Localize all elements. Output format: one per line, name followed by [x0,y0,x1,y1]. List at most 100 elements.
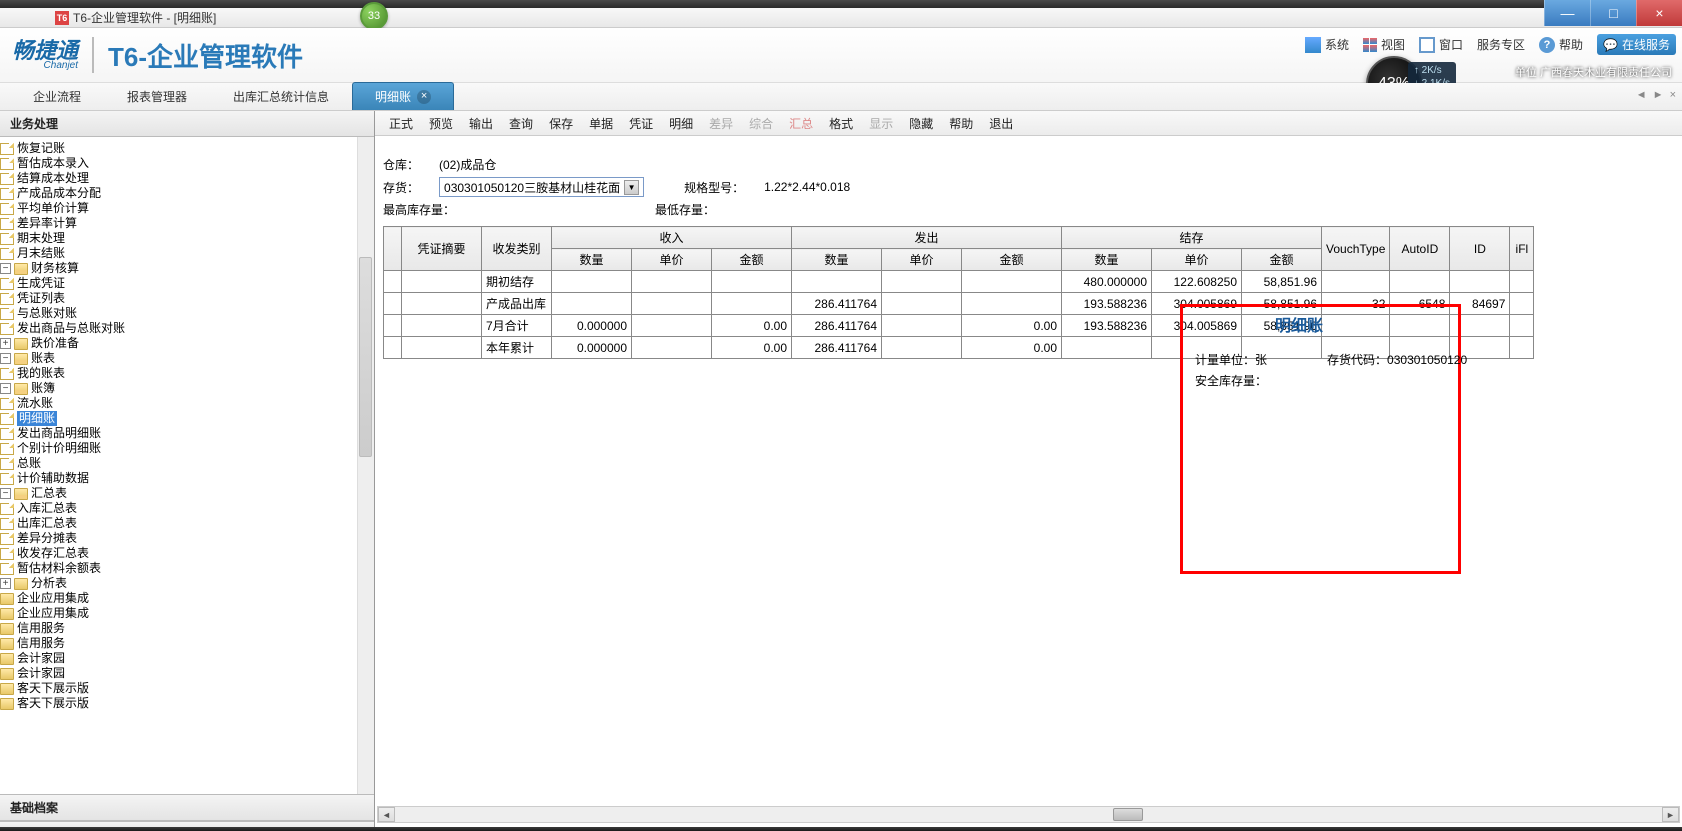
stock-select[interactable]: 030301050120三胺基材山桂花面▼ [439,177,644,197]
tab-close-icon[interactable]: × [417,90,431,104]
expand-icon[interactable]: + [0,338,11,349]
minimize-button[interactable]: — [1544,0,1590,26]
menu-window[interactable]: 窗口 [1419,36,1463,53]
tb-save[interactable]: 保存 [541,115,581,132]
maximize-button[interactable]: □ [1590,0,1636,26]
tree-item[interactable]: 期末处理 [17,231,65,246]
tree-item[interactable]: 差异分摊表 [17,531,77,546]
th-autoid[interactable]: AutoID [1390,227,1450,271]
th-out-qty[interactable]: 数量 [792,249,882,271]
tree-item[interactable]: 差异率计算 [17,216,77,231]
collapse-icon[interactable]: − [0,488,11,499]
tree-group[interactable]: 客天下展示版 [17,681,89,696]
table-row[interactable]: 产成品出库286.411764193.588236304.00586958,85… [384,293,1534,315]
tree-group[interactable]: 账簿 [31,381,55,396]
th-ifl[interactable]: iFl [1510,227,1534,271]
tb-hide[interactable]: 隐藏 [901,115,941,132]
th-vouchtype[interactable]: VouchType [1322,227,1390,271]
tree-item[interactable]: 收发存汇总表 [17,546,89,561]
tabs-prev[interactable]: ◄ [1636,89,1647,101]
th-in-price[interactable]: 单价 [632,249,712,271]
tree-group[interactable]: 账表 [31,351,55,366]
tree-item[interactable]: 与总账对账 [17,306,77,321]
th-balance[interactable]: 结存 [1062,227,1322,249]
tb-formal[interactable]: 正式 [381,115,421,132]
horizontal-scrollbar[interactable]: ◄ ► [377,806,1680,823]
scroll-left-icon[interactable]: ◄ [378,807,395,822]
tree-item[interactable]: 产成品成本分配 [17,186,101,201]
menu-system[interactable]: 系统 [1305,36,1349,53]
th-in-qty[interactable]: 数量 [552,249,632,271]
th-bal-qty[interactable]: 数量 [1062,249,1152,271]
tree-view[interactable]: 恢复记账 暂估成本录入 结算成本处理 产成品成本分配 平均单价计算 差异率计算 … [0,137,374,794]
collapse-icon[interactable]: − [0,383,11,394]
scroll-right-icon[interactable]: ► [1662,807,1679,822]
table-row[interactable]: 7月合计0.0000000.00286.4117640.00193.588236… [384,315,1534,337]
tree-item[interactable]: 发出商品与总账对账 [17,321,125,336]
tree-item[interactable]: 发出商品明细账 [17,426,101,441]
close-button[interactable]: × [1636,0,1682,26]
tb-voucher[interactable]: 单据 [581,115,621,132]
tree-item[interactable]: 个别计价明细账 [17,441,101,456]
collapse-icon[interactable]: − [0,263,11,274]
tree-item[interactable]: 我的账表 [17,366,65,381]
tab-detail-ledger[interactable]: 明细账× [352,82,454,110]
tb-detail[interactable]: 明细 [661,115,701,132]
tb-help[interactable]: 帮助 [941,115,981,132]
tree-group[interactable]: 汇总表 [31,486,67,501]
tabs-next[interactable]: ► [1653,89,1664,101]
left-panel-header[interactable]: 业务处理 [0,111,374,137]
tree-item[interactable]: 计价辅助数据 [17,471,89,486]
scrollbar-thumb[interactable] [1113,808,1143,821]
tree-item[interactable]: 总账 [17,456,41,471]
scrollbar-thumb[interactable] [359,257,372,457]
tree-item[interactable]: 入库汇总表 [17,501,77,516]
th-category[interactable]: 收发类别 [482,227,552,271]
th-blank[interactable] [384,227,402,271]
th-out-price[interactable]: 单价 [882,249,962,271]
tree-item[interactable]: 流水账 [17,396,53,411]
th-outgoing[interactable]: 发出 [792,227,1062,249]
tb-exit[interactable]: 退出 [981,115,1021,132]
tabs-close-all[interactable]: × [1670,89,1676,101]
tb-format[interactable]: 格式 [821,115,861,132]
th-bal-amt[interactable]: 金额 [1242,249,1322,271]
data-grid[interactable]: 凭证摘要 收发类别 收入 发出 结存 VouchType AutoID ID i… [383,226,1534,359]
tree-group[interactable]: 跌价准备 [31,336,79,351]
menu-online-service[interactable]: 💬在线服务 [1597,34,1676,55]
tree-item[interactable]: 暂估成本录入 [17,156,89,171]
tree-item[interactable]: 出库汇总表 [17,516,77,531]
tree-item[interactable]: 企业应用集成 [17,606,89,621]
tree-item[interactable]: 客天下展示版 [17,696,89,711]
chevron-down-icon[interactable]: ▼ [624,180,639,195]
tree-group[interactable]: 分析表 [31,576,67,591]
menu-help[interactable]: ?帮助 [1539,36,1583,53]
tree-group[interactable]: 会计家园 [17,651,65,666]
tree-item[interactable]: 平均单价计算 [17,201,89,216]
vertical-scrollbar[interactable] [357,137,374,794]
green-badge[interactable]: 33 [360,2,388,30]
tb-query[interactable]: 查询 [501,115,541,132]
tree-group[interactable]: 企业应用集成 [17,591,89,606]
menu-service[interactable]: 服务专区 [1477,36,1525,53]
th-income[interactable]: 收入 [552,227,792,249]
tree-item[interactable]: 恢复记账 [17,141,65,156]
th-id[interactable]: ID [1450,227,1510,271]
tab-outbound-summary[interactable]: 出库汇总统计信息 [210,82,352,110]
tree-group[interactable]: 财务核算 [31,261,79,276]
th-out-amt[interactable]: 金额 [962,249,1062,271]
tb-cert[interactable]: 凭证 [621,115,661,132]
tree-item[interactable]: 月末结账 [17,246,65,261]
th-in-amt[interactable]: 金额 [712,249,792,271]
tree-item[interactable]: 信用服务 [17,636,65,651]
collapse-icon[interactable]: − [0,353,11,364]
table-row[interactable]: 期初结存480.000000122.60825058,851.96 [384,271,1534,293]
th-bal-price[interactable]: 单价 [1152,249,1242,271]
th-summary[interactable]: 凭证摘要 [402,227,482,271]
tree-item[interactable]: 凭证列表 [17,291,65,306]
tb-preview[interactable]: 预览 [421,115,461,132]
tab-enterprise-flow[interactable]: 企业流程 [10,82,104,110]
tree-item[interactable]: 生成凭证 [17,276,65,291]
tab-report-manager[interactable]: 报表管理器 [104,82,210,110]
tree-item-selected[interactable]: 明细账 [17,411,57,426]
